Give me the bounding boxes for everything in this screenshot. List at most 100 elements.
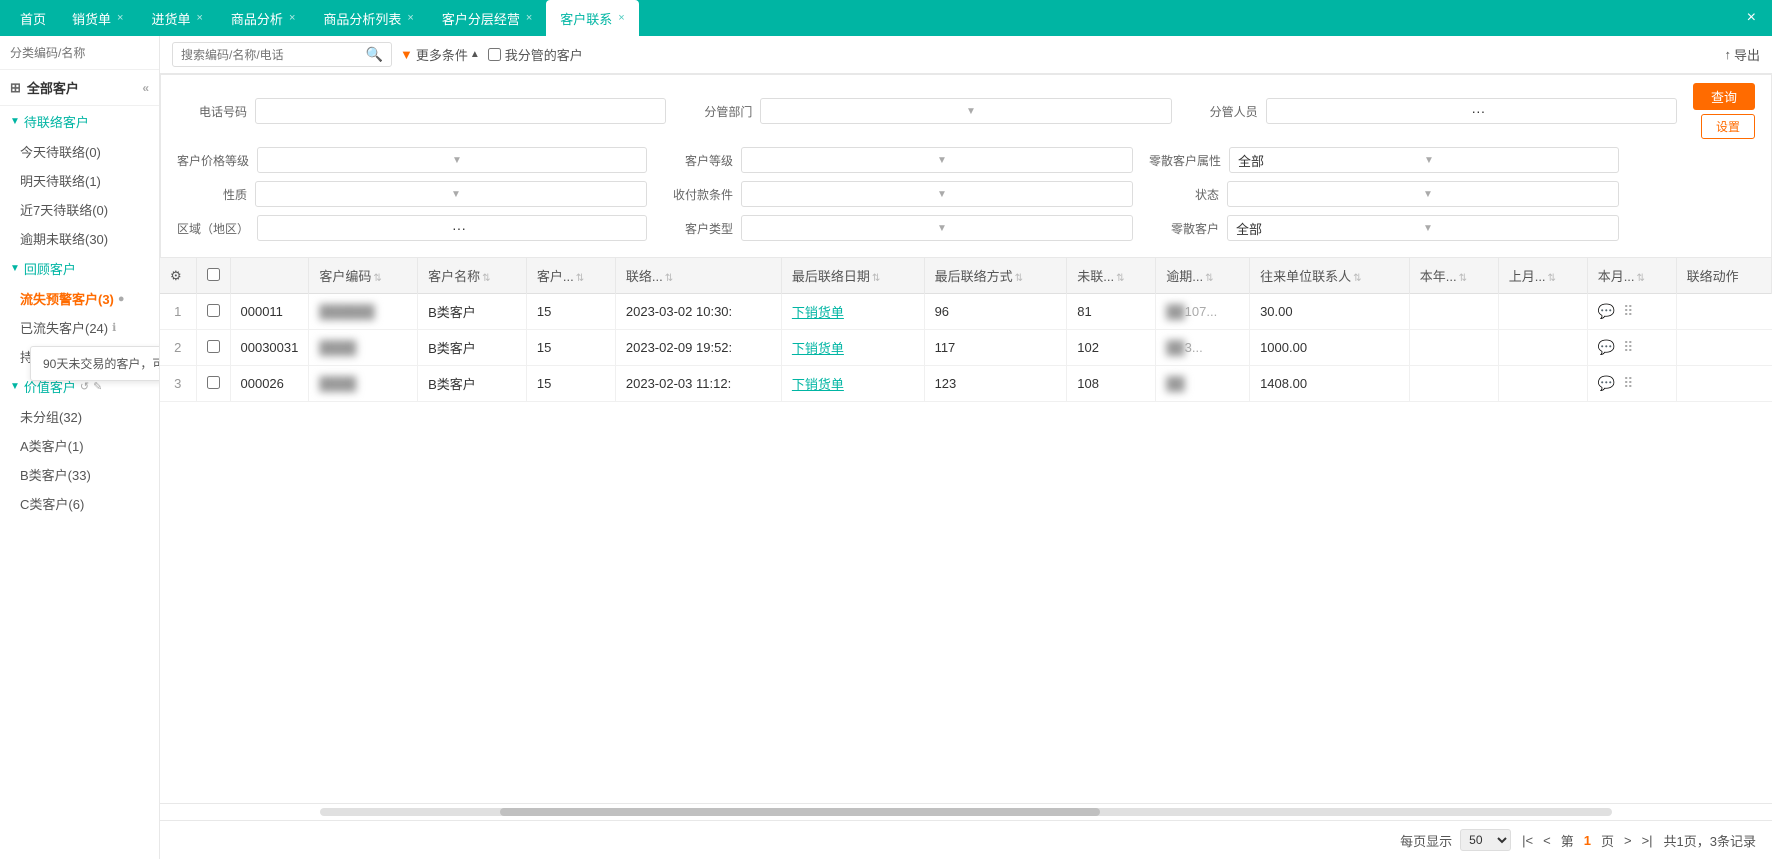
settings-button[interactable]: 设置 [1701, 114, 1755, 139]
edit-icon[interactable]: ✎ [93, 380, 102, 393]
col-uncontacted[interactable]: 未联...⇅ [1067, 258, 1156, 294]
filter-select-region[interactable]: ··· [257, 215, 647, 241]
scrollbar-thumb[interactable] [500, 808, 1100, 816]
sidebar-item-today[interactable]: 今天待联络(0) [0, 137, 159, 166]
col-last-month[interactable]: 上月...⇅ [1498, 258, 1587, 294]
next-page-button[interactable]: > [1621, 833, 1635, 848]
row2-type: B类客户 [418, 330, 527, 366]
sidebar-item-type-b[interactable]: B类客户(33) [0, 460, 159, 489]
sidebar-item-churned[interactable]: 已流失客户(24) ℹ [0, 313, 159, 342]
sidebar-item-week[interactable]: 近7天待联络(0) [0, 195, 159, 224]
nav-item-purchase[interactable]: 进货单 × [137, 0, 216, 36]
col-contact[interactable]: 联络...⇅ [615, 258, 781, 294]
sidebar-search-input[interactable] [10, 46, 160, 60]
col-last-date[interactable]: 最后联络日期⇅ [781, 258, 924, 294]
filter-button[interactable]: ▼ 更多条件 ▲ [400, 45, 480, 64]
filter-label-retail-customer: 零散客户 [1149, 220, 1219, 237]
col-code[interactable]: 客户编码⇅ [309, 258, 418, 294]
filter-input-phone[interactable] [255, 98, 666, 124]
sidebar-item-overdue[interactable]: 逾期未联络(30) [0, 224, 159, 253]
group-title-review[interactable]: ▼ 回顾客户 [0, 253, 159, 284]
filter-select-customer-level[interactable]: ▼ [741, 147, 1133, 173]
row2-checkbox[interactable] [207, 340, 220, 353]
col-this-month[interactable]: 本月...⇅ [1587, 258, 1676, 294]
nav-item-sales[interactable]: 销货单 × [58, 0, 137, 36]
last-page-button[interactable]: >| [1639, 833, 1656, 848]
search-input[interactable] [181, 48, 366, 62]
filter-select-dept[interactable]: ▼ [760, 98, 1171, 124]
filter-select-retail-attr[interactable]: 全部 ▼ [1229, 147, 1619, 173]
nav-item-home[interactable]: 首页 [8, 0, 58, 36]
more-region-icon[interactable]: ··· [448, 220, 638, 236]
row2-chat-icon[interactable]: 💬 [1598, 339, 1615, 356]
filter-label: 更多条件 [416, 45, 468, 64]
close-purchase-icon[interactable]: × [196, 12, 202, 24]
row3-this-month [1498, 366, 1587, 402]
col-type[interactable]: 客户...⇅ [526, 258, 615, 294]
my-customers-checkbox[interactable] [488, 48, 501, 61]
row2-last-method[interactable]: 下销货单 [781, 330, 924, 366]
nav-item-customer-layer[interactable]: 客户分层经营 × [428, 0, 546, 36]
select-all-checkbox[interactable] [207, 268, 220, 281]
total-info: 共1页，3条记录 [1664, 831, 1756, 850]
row1-checkbox[interactable] [207, 304, 220, 317]
all-customers-item[interactable]: ⊞ 全部客户 « [0, 70, 159, 106]
table-row: 2 00030031 ████ B类客户 15 2023-02-09 19:52… [160, 330, 1772, 366]
sidebar-item-tomorrow[interactable]: 明天待联络(1) [0, 166, 159, 195]
nav-item-goods-analysis-list[interactable]: 商品分析列表 × [309, 0, 427, 36]
group-title-pending[interactable]: ▼ 待联络客户 [0, 106, 159, 137]
search-button[interactable]: 🔍 [366, 46, 383, 63]
row3-checkbox-cell [196, 366, 230, 402]
prev-page-button[interactable]: < [1540, 833, 1554, 848]
filter-row-4: 区域（地区） ··· 客户类型 ▼ 零散客户 全部 [177, 215, 1755, 241]
per-page-select[interactable]: 50 100 200 [1460, 829, 1511, 851]
row2-more-icon[interactable]: ⠿ [1623, 339, 1633, 356]
sidebar-item-type-c[interactable]: C类客户(6) [0, 489, 159, 518]
row1-no: 1 [160, 294, 196, 330]
horizontal-scrollbar[interactable] [320, 808, 1612, 816]
sidebar-item-churn-warning[interactable]: 流失预警客户(3) ● [0, 284, 159, 313]
close-goods-analysis-list-icon[interactable]: × [407, 12, 413, 24]
col-unit-contact[interactable]: 往来单位联系人⇅ [1250, 258, 1410, 294]
filter-select-status[interactable]: ▼ [1227, 181, 1619, 207]
filter-select-nature[interactable]: ▼ [255, 181, 647, 207]
row1-chat-icon[interactable]: 💬 [1598, 303, 1615, 320]
filter-select-person[interactable]: ··· [1266, 98, 1677, 124]
row3-checkbox[interactable] [207, 376, 220, 389]
page-nav: |< < 第 1 页 > >| [1519, 831, 1655, 850]
first-page-button[interactable]: |< [1519, 833, 1536, 848]
col-name[interactable]: 客户名称⇅ [418, 258, 527, 294]
col-last-method[interactable]: 最后联络方式⇅ [924, 258, 1067, 294]
col-overdue[interactable]: 逾期...⇅ [1156, 258, 1250, 294]
col-settings[interactable]: ⚙ [160, 258, 196, 294]
collapse-icon[interactable]: « [142, 81, 149, 95]
row3-this-year: 1408.00 [1250, 366, 1410, 402]
refresh-icon[interactable]: ↺ [80, 380, 89, 393]
query-button[interactable]: 查询 [1693, 83, 1755, 110]
close-goods-analysis-icon[interactable]: × [289, 12, 295, 24]
nav-item-customer-contact[interactable]: 客户联系 × [546, 0, 638, 36]
nav-item-goods-analysis[interactable]: 商品分析 × [217, 0, 309, 36]
filter-select-price-level[interactable]: ▼ [257, 147, 647, 173]
row3-name: ████ [309, 366, 418, 402]
sidebar-item-ungrouped[interactable]: 未分组(32) [0, 402, 159, 431]
row1-more-icon[interactable]: ⠿ [1623, 303, 1633, 320]
filter-select-customer-type[interactable]: ▼ [741, 215, 1133, 241]
filter-label-retail-attr: 零散客户属性 [1149, 152, 1221, 169]
row3-more-icon[interactable]: ⠿ [1623, 375, 1633, 392]
col-this-year[interactable]: 本年...⇅ [1409, 258, 1498, 294]
close-all-button[interactable]: × [1739, 9, 1764, 27]
filter-select-retail-customer[interactable]: 全部 ▼ [1227, 215, 1619, 241]
sidebar-item-type-a[interactable]: A类客户(1) [0, 431, 159, 460]
sort-last-date-icon: ⇅ [872, 273, 880, 284]
close-sales-icon[interactable]: × [117, 12, 123, 24]
filter-select-payment[interactable]: ▼ [741, 181, 1133, 207]
row3-last-method[interactable]: 下销货单 [781, 366, 924, 402]
export-button[interactable]: ↑ 导出 [1724, 45, 1760, 64]
close-customer-layer-icon[interactable]: × [526, 12, 532, 24]
close-customer-contact-icon[interactable]: × [618, 12, 624, 24]
sidebar-item-label-type-c: C类客户(6) [20, 494, 84, 513]
row1-last-method[interactable]: 下销货单 [781, 294, 924, 330]
more-person-icon[interactable]: ··· [1467, 103, 1668, 119]
row3-chat-icon[interactable]: 💬 [1598, 375, 1615, 392]
